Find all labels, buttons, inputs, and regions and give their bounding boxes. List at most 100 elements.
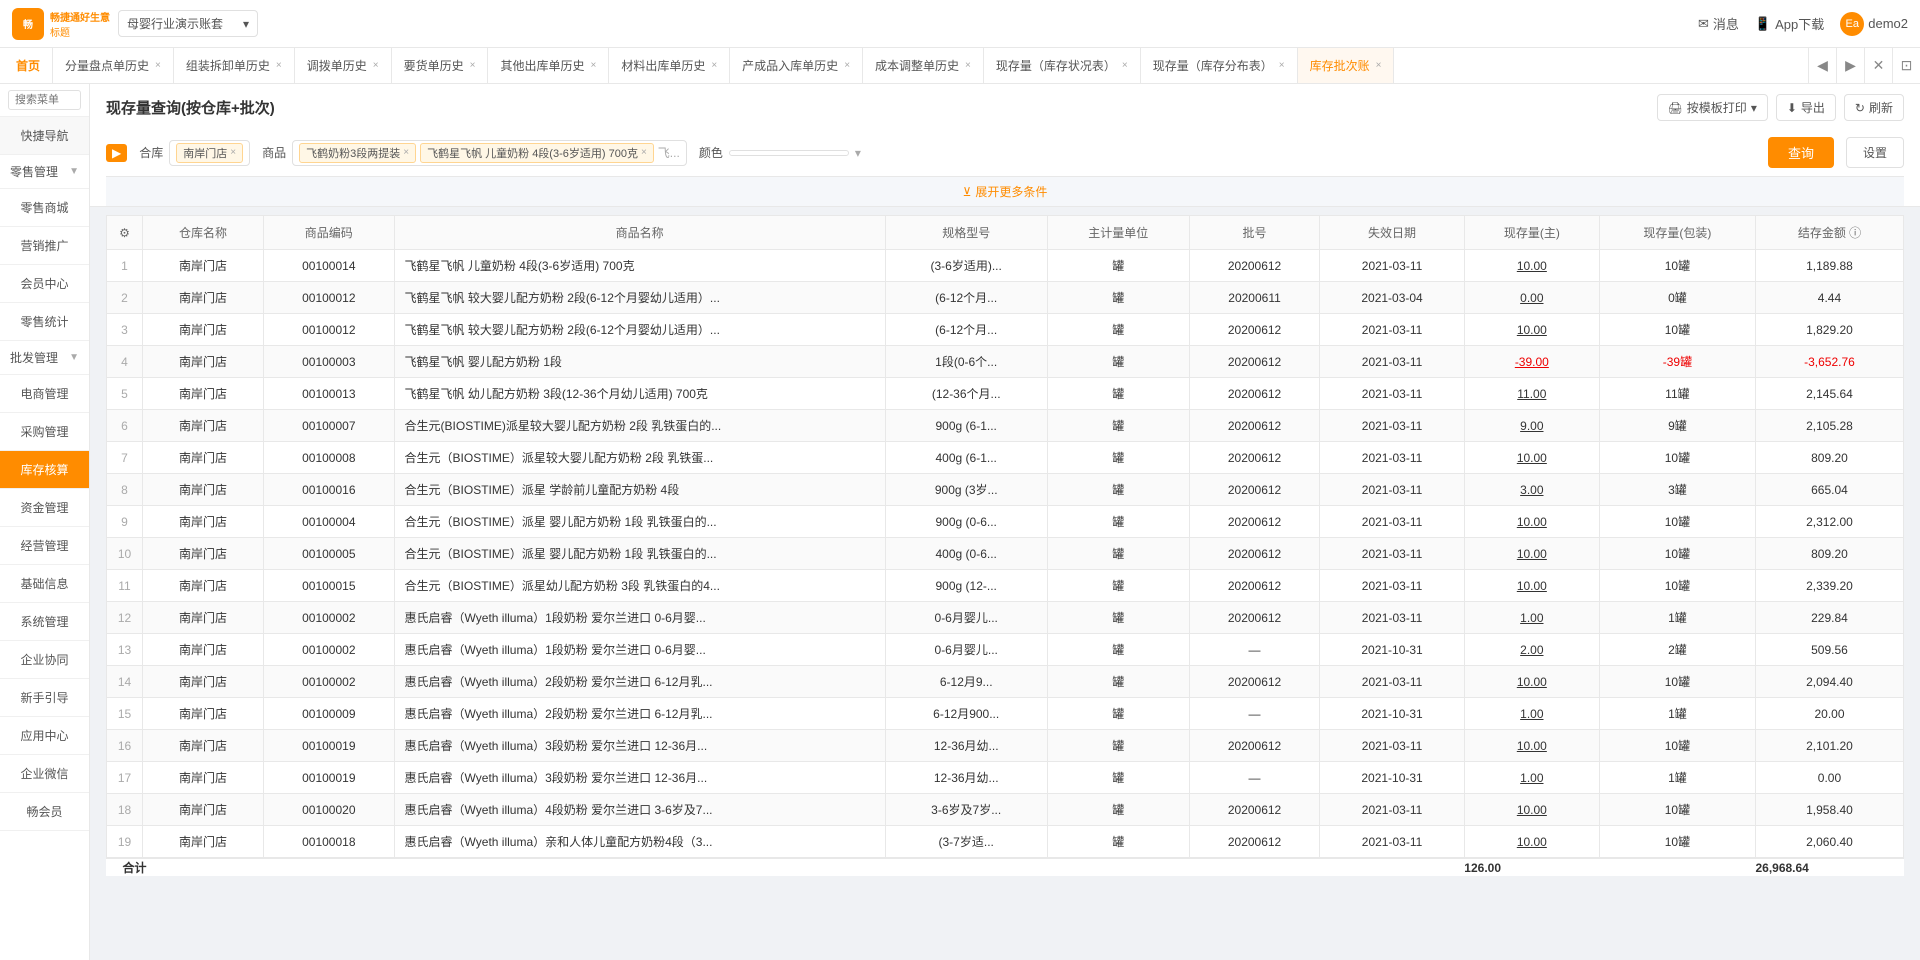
tab-inventory-dist[interactable]: 现存量（库存分布表） × [1141,48,1298,84]
cell-qty[interactable]: 10.00 [1464,538,1599,570]
tab-close-material-out[interactable]: × [711,60,717,71]
sidebar-item-enterprise-collab[interactable]: 企业协同 [0,641,89,679]
sidebar-item-fan-member[interactable]: 畅会员 [0,793,89,831]
tab-close-split-count[interactable]: × [155,60,161,71]
cell-name: 惠氏启睿（Wyeth illuma）1段奶粉 爱尔兰进口 0-6月婴... [394,602,885,634]
warehouse-tag-box[interactable]: 南岸门店 × [169,140,250,166]
product-tag-1-close[interactable]: × [403,147,409,158]
tab-cost-adjust[interactable]: 成本调整单历史 × [863,48,984,84]
sidebar-item-wholesale-mgmt[interactable]: 批发管理 ▼ [0,341,89,375]
cell-code: 00100019 [264,730,394,762]
cell-qty[interactable]: 10.00 [1464,314,1599,346]
cell-qty[interactable]: 9.00 [1464,410,1599,442]
tab-transfer[interactable]: 调拨单历史 × [295,48,392,84]
product-tag-box[interactable]: 飞鹤奶粉3段两提装 × 飞鹤星飞帆 儿童奶粉 4段(3-6岁适用) 700克 ×… [292,140,687,166]
cell-no: 8 [107,474,143,506]
refresh-btn[interactable]: ↻ 刷新 [1844,94,1904,121]
cell-qty[interactable]: -39.00 [1464,346,1599,378]
cell-qty[interactable]: 10.00 [1464,666,1599,698]
warehouse-tag-nanan[interactable]: 南岸门店 × [176,143,243,163]
tab-close-other-out[interactable]: × [590,60,596,71]
tab-product-in[interactable]: 产成品入库单历史 × [730,48,863,84]
tab-close-inventory-dist[interactable]: × [1279,60,1285,71]
tab-close-cost-adjust[interactable]: × [965,60,971,71]
cell-qty[interactable]: 1.00 [1464,698,1599,730]
sidebar-item-new-guide[interactable]: 新手引导 [0,679,89,717]
tab-close-disassemble[interactable]: × [276,60,282,71]
query-btn[interactable]: 查询 [1768,137,1834,168]
sidebar-item-purchase-mgmt[interactable]: 采购管理 [0,413,89,451]
sidebar-item-finance-mgmt[interactable]: 资金管理 [0,489,89,527]
color-dropdown-arrow[interactable]: ▾ [855,146,861,160]
tab-disassemble[interactable]: 组装拆卸单历史 × [174,48,295,84]
cell-qty[interactable]: 10.00 [1464,826,1599,859]
cell-code: 00100005 [264,538,394,570]
cell-qty[interactable]: 10.00 [1464,442,1599,474]
cell-qty[interactable]: 1.00 [1464,762,1599,794]
tab-other-out[interactable]: 其他出库单历史 × [488,48,609,84]
user-avatar-btn[interactable]: Ea demo2 [1840,12,1908,36]
sidebar-item-ecommerce-mgmt[interactable]: 电商管理 [0,375,89,413]
sidebar-item-marketing[interactable]: 营销推广 [0,227,89,265]
nav-close-btn[interactable]: ✕ [1864,48,1892,84]
cell-qty[interactable]: 3.00 [1464,474,1599,506]
nav-maximize-btn[interactable]: ⊡ [1892,48,1920,84]
color-tag-box[interactable] [729,150,849,156]
product-tag-2-close[interactable]: × [641,147,647,158]
tab-home[interactable]: 首页 [4,48,53,84]
sidebar-item-retail-stats[interactable]: 零售统计 [0,303,89,341]
sidebar-item-retail-mall[interactable]: 零售商城 [0,189,89,227]
table-row: 11 南岸门店 00100015 合生元（BIOSTIME）派星幼儿配方奶粉 3… [107,570,1904,602]
footer-total-qty: 126.00 [1464,858,1599,876]
sidebar-item-app-center[interactable]: 应用中心 [0,717,89,755]
tab-material-out[interactable]: 材料出库单历史 × [609,48,730,84]
cell-qty[interactable]: 10.00 [1464,794,1599,826]
cell-qty[interactable]: 2.00 [1464,634,1599,666]
cell-qty[interactable]: 10.00 [1464,250,1599,282]
tab-split-count[interactable]: 分量盘点单历史 × [53,48,174,84]
sidebar-item-member-center[interactable]: 会员中心 [0,265,89,303]
sidebar-item-retail-mgmt[interactable]: 零售管理 ▼ [0,155,89,189]
expand-more-btn[interactable]: ⊻ 展开更多条件 [963,183,1048,200]
cell-batch: — [1189,634,1319,666]
sidebar-item-inventory-check[interactable]: 库存核算 [0,451,89,489]
app-download-btn[interactable]: 📱 App下载 [1755,14,1824,33]
cell-unit: 罐 [1047,730,1189,762]
export-btn[interactable]: ⬇ 导出 [1776,94,1836,121]
sidebar-item-basic-info[interactable]: 基础信息 [0,565,89,603]
product-more-dots[interactable]: 飞... [658,144,680,161]
sidebar-item-ops-mgmt[interactable]: 经营管理 [0,527,89,565]
table-row: 16 南岸门店 00100019 惠氏启睿（Wyeth illuma）3段奶粉 … [107,730,1904,762]
tab-close-batch-ledger[interactable]: × [1376,60,1382,71]
tab-close-request[interactable]: × [470,60,476,71]
tab-inventory-status[interactable]: 现存量（库存状况表） × [984,48,1141,84]
product-tag-1[interactable]: 飞鹤奶粉3段两提装 × [299,143,416,163]
cell-qty[interactable]: 10.00 [1464,506,1599,538]
search-menu-input[interactable] [8,90,81,110]
message-btn[interactable]: ✉ 消息 [1698,14,1739,33]
tab-batch-ledger[interactable]: 库存批次账 × [1298,48,1395,84]
sidebar-item-quick-nav[interactable]: 快捷导航 [0,117,89,155]
tab-close-inventory-status[interactable]: × [1122,60,1128,71]
cell-amount: 2,094.40 [1755,666,1903,698]
expand-arrow-btn[interactable]: ▶ [106,144,127,162]
sidebar-item-enterprise-wechat[interactable]: 企业微信 [0,755,89,793]
cell-qty[interactable]: 10.00 [1464,730,1599,762]
product-tag-2[interactable]: 飞鹤星飞帆 儿童奶粉 4段(3-6岁适用) 700克 × [420,143,654,163]
print-btn[interactable]: 🖨 按模板打印 ▾ [1657,94,1768,121]
col-settings[interactable]: ⚙ [107,216,143,250]
warehouse-tag-close[interactable]: × [230,147,236,158]
cell-qty[interactable]: 0.00 [1464,282,1599,314]
industry-select[interactable]: 母婴行业演示账套 ▾ [118,10,258,37]
tab-close-product-in[interactable]: × [844,60,850,71]
nav-prev-btn[interactable]: ◀ [1808,48,1836,84]
download-icon: 📱 [1755,16,1771,32]
cell-qty[interactable]: 1.00 [1464,602,1599,634]
tab-close-transfer[interactable]: × [373,60,379,71]
settings-btn[interactable]: 设置 [1846,137,1904,168]
tab-request[interactable]: 要货单历史 × [392,48,489,84]
cell-qty[interactable]: 11.00 [1464,378,1599,410]
sidebar-item-sys-mgmt[interactable]: 系统管理 [0,603,89,641]
cell-qty[interactable]: 10.00 [1464,570,1599,602]
nav-next-btn[interactable]: ▶ [1836,48,1864,84]
